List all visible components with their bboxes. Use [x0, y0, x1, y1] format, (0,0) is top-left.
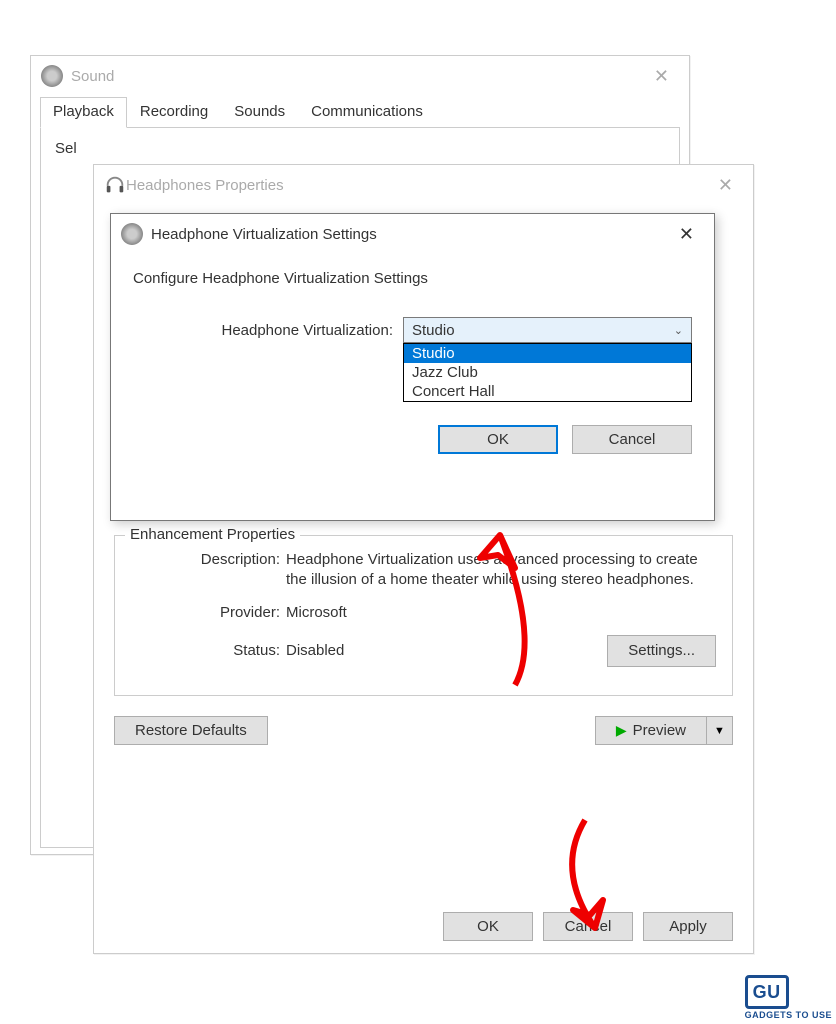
dropdown-item-concert-hall[interactable]: Concert Hall	[404, 382, 691, 401]
chevron-down-icon: ⌄	[674, 324, 683, 337]
watermark: GU GADGETS TO USE	[745, 975, 832, 1020]
provider-value: Microsoft	[286, 603, 716, 623]
ok-button[interactable]: OK	[443, 912, 533, 941]
apply-button[interactable]: Apply	[643, 912, 733, 941]
virt-label: Headphone Virtualization:	[133, 322, 403, 339]
sound-title: Sound	[71, 68, 644, 85]
preview-row: Restore Defaults ▶ Preview ▼	[94, 716, 753, 745]
close-icon[interactable]: ✕	[708, 171, 743, 200]
virtualization-settings-dialog: Headphone Virtualization Settings ✕ Conf…	[110, 213, 715, 521]
watermark-logo: GU	[745, 975, 789, 1009]
tabs-row: Playback Recording Sounds Communications	[40, 96, 680, 128]
preview-label: Preview	[633, 722, 686, 739]
hp-titlebar: Headphones Properties ✕	[94, 165, 753, 205]
enhancement-properties-group: Enhancement Properties Description: Head…	[114, 535, 733, 696]
close-icon[interactable]: ✕	[669, 220, 704, 249]
settings-button[interactable]: Settings...	[607, 635, 716, 667]
dropdown-item-jazz-club[interactable]: Jazz Club	[404, 363, 691, 382]
headphones-icon	[104, 174, 126, 196]
tab-recording[interactable]: Recording	[127, 97, 221, 128]
description-label: Description:	[131, 550, 286, 591]
close-icon[interactable]: ✕	[644, 62, 679, 91]
chevron-down-icon: ▼	[714, 725, 725, 737]
provider-label: Provider:	[131, 603, 286, 623]
restore-defaults-button[interactable]: Restore Defaults	[114, 716, 268, 745]
tab-communications[interactable]: Communications	[298, 97, 436, 128]
preview-dropdown-button[interactable]: ▼	[706, 717, 732, 744]
cancel-button[interactable]: Cancel	[572, 425, 692, 454]
select-value: Studio	[412, 322, 455, 339]
virtualization-select[interactable]: Studio ⌄	[403, 317, 692, 343]
sound-titlebar: Sound ✕	[31, 56, 689, 96]
hp-footer-buttons: OK Cancel Apply	[423, 900, 753, 953]
virt-row: Headphone Virtualization: Studio ⌄ Studi…	[133, 317, 692, 343]
virt-subtitle: Configure Headphone Virtualization Setti…	[133, 270, 692, 287]
group-title: Enhancement Properties	[125, 526, 300, 543]
speaker-icon	[41, 65, 63, 87]
virt-titlebar: Headphone Virtualization Settings ✕	[111, 214, 714, 254]
virt-buttons: OK Cancel	[133, 425, 692, 454]
cancel-button[interactable]: Cancel	[543, 912, 633, 941]
status-label: Status:	[131, 641, 286, 661]
dropdown-item-studio[interactable]: Studio	[404, 344, 691, 363]
virt-title: Headphone Virtualization Settings	[151, 226, 669, 243]
dropdown-list: Studio Jazz Club Concert Hall	[403, 343, 692, 402]
preview-button[interactable]: ▶ Preview	[596, 717, 706, 744]
tab-sounds[interactable]: Sounds	[221, 97, 298, 128]
virt-select-wrapper: Studio ⌄ Studio Jazz Club Concert Hall	[403, 317, 692, 343]
speaker-icon	[121, 223, 143, 245]
virt-body: Configure Headphone Virtualization Setti…	[111, 254, 714, 470]
hp-title: Headphones Properties	[126, 177, 708, 194]
watermark-text: GADGETS TO USE	[745, 1010, 832, 1020]
instruction-text: Sel	[55, 140, 77, 157]
tab-playback[interactable]: Playback	[40, 97, 127, 128]
preview-button-group: ▶ Preview ▼	[595, 716, 733, 745]
play-icon: ▶	[616, 722, 627, 739]
status-value: Disabled	[286, 641, 344, 661]
description-value: Headphone Virtualization uses advanced p…	[286, 550, 716, 591]
ok-button[interactable]: OK	[438, 425, 558, 454]
